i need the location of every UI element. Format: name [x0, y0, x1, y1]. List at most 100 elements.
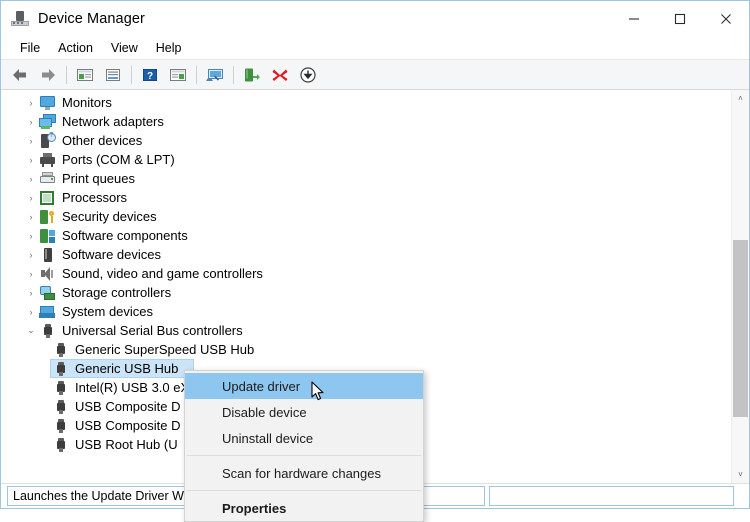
- chevron-down-icon[interactable]: ⌄: [23, 325, 39, 336]
- chevron-right-icon[interactable]: ›: [23, 155, 39, 165]
- scroll-down-button[interactable]: ˅: [732, 466, 749, 483]
- other-device-icon: [39, 133, 57, 149]
- tree-item-other-devices[interactable]: › Other devices: [1, 131, 732, 150]
- tree-item-storage-controllers[interactable]: › Storage controllers: [1, 283, 732, 302]
- tree-item-label: System devices: [62, 302, 153, 321]
- tree-item-print-queues[interactable]: › Print queues: [1, 169, 732, 188]
- scroll-up-button[interactable]: ˄: [732, 90, 749, 107]
- tree-item-label: Processors: [62, 188, 127, 207]
- context-menu: Update driver Disable device Uninstall d…: [184, 370, 424, 522]
- chevron-right-icon[interactable]: ›: [23, 174, 39, 184]
- tree-item-system-devices[interactable]: › System devices: [1, 302, 732, 321]
- svg-text:?: ?: [147, 71, 153, 82]
- tree-item-label: Software devices: [62, 245, 161, 264]
- properties-button[interactable]: [100, 63, 126, 87]
- tree-item-label: Monitors: [62, 93, 112, 112]
- tree-item-label: Security devices: [62, 207, 157, 226]
- tree-item-label: USB Root Hub (U: [75, 435, 178, 454]
- usb-device-icon: [52, 418, 70, 434]
- context-menu-item-scan-for-hardware-changes[interactable]: Scan for hardware changes: [185, 460, 423, 486]
- processor-icon: [39, 190, 57, 206]
- network-adapter-icon: [39, 114, 57, 130]
- back-button[interactable]: [7, 63, 33, 87]
- tree-item-label: Intel(R) USB 3.0 eX: [75, 378, 189, 397]
- tree-item-label: Other devices: [62, 131, 142, 150]
- scan-hardware-changes-button[interactable]: [295, 63, 321, 87]
- usb-device-icon: [52, 361, 70, 377]
- context-menu-item-disable-device[interactable]: Disable device: [185, 399, 423, 425]
- toolbar-separator-4: [233, 66, 234, 84]
- menu-file[interactable]: File: [11, 38, 49, 58]
- chevron-right-icon[interactable]: ›: [23, 307, 39, 317]
- software-device-icon: [39, 247, 57, 263]
- tree-item-label: USB Composite D: [75, 397, 180, 416]
- tree-item-network-adapters[interactable]: › Network adapters: [1, 112, 732, 131]
- window-controls: [611, 1, 749, 37]
- tree-item-label: Print queues: [62, 169, 135, 188]
- tree-item-sound-video-game-controllers[interactable]: › Sound, video and game controllers: [1, 264, 732, 283]
- toolbar: ?: [1, 60, 749, 90]
- monitor-icon: [39, 95, 57, 111]
- uninstall-device-button[interactable]: [267, 63, 293, 87]
- usb-device-icon: [52, 437, 70, 453]
- toolbar-separator-3: [196, 66, 197, 84]
- system-device-icon: [39, 304, 57, 320]
- chevron-right-icon[interactable]: ›: [23, 212, 39, 222]
- context-menu-item-update-driver[interactable]: Update driver: [185, 373, 423, 399]
- tree-item-label: Software components: [62, 226, 188, 245]
- tree-item-label: Universal Serial Bus controllers: [62, 321, 243, 340]
- toolbar-separator-2: [131, 66, 132, 84]
- tree-item-security-devices[interactable]: › Security devices: [1, 207, 732, 226]
- chevron-right-icon[interactable]: ›: [23, 193, 39, 203]
- tree-item-label: Sound, video and game controllers: [62, 264, 263, 283]
- tree-item-software-components[interactable]: › Software components: [1, 226, 732, 245]
- tree-item-label: Generic USB Hub: [75, 359, 178, 378]
- menu-action[interactable]: Action: [49, 38, 102, 58]
- tree-item-monitors[interactable]: › Monitors: [1, 93, 732, 112]
- minimize-button[interactable]: [611, 1, 657, 37]
- window-title: Device Manager: [38, 11, 145, 27]
- scan-computer-button[interactable]: [202, 63, 228, 87]
- chevron-right-icon[interactable]: ›: [23, 136, 39, 146]
- show-hide-console-tree-button[interactable]: [72, 63, 98, 87]
- port-icon: [39, 152, 57, 168]
- tree-item-label: USB Composite D: [75, 416, 180, 435]
- context-menu-item-uninstall-device[interactable]: Uninstall device: [185, 425, 423, 451]
- chevron-right-icon[interactable]: ›: [23, 231, 39, 241]
- update-driver-button[interactable]: [239, 63, 265, 87]
- tree-item-universal-serial-bus-controllers[interactable]: ⌄ Universal Serial Bus controllers: [1, 321, 732, 340]
- device-manager-icon: [11, 10, 29, 28]
- chevron-right-icon[interactable]: ›: [23, 250, 39, 260]
- help-button[interactable]: ?: [137, 63, 163, 87]
- usb-device-icon: [52, 380, 70, 396]
- close-button[interactable]: [703, 1, 749, 37]
- chevron-right-icon[interactable]: ›: [23, 117, 39, 127]
- context-menu-separator-1: [187, 455, 421, 456]
- toolbar-separator-1: [66, 66, 67, 84]
- vertical-scrollbar[interactable]: ˄ ˅: [731, 90, 749, 483]
- title-bar: Device Manager: [1, 1, 749, 37]
- software-component-icon: [39, 228, 57, 244]
- show-hide-action-pane-button[interactable]: [165, 63, 191, 87]
- chevron-right-icon[interactable]: ›: [23, 98, 39, 108]
- tree-item-label: Network adapters: [62, 112, 164, 131]
- menu-view[interactable]: View: [102, 38, 147, 58]
- scrollbar-thumb[interactable]: [733, 240, 748, 417]
- context-menu-separator-2: [187, 490, 421, 491]
- sound-controller-icon: [39, 266, 57, 282]
- forward-button[interactable]: [35, 63, 61, 87]
- menu-help[interactable]: Help: [147, 38, 191, 58]
- tree-item-software-devices[interactable]: › Software devices: [1, 245, 732, 264]
- status-secondary-pane: [489, 486, 734, 506]
- tree-item-ports[interactable]: › Ports (COM & LPT): [1, 150, 732, 169]
- tree-item-processors[interactable]: › Processors: [1, 188, 732, 207]
- menu-bar: File Action View Help: [1, 37, 749, 60]
- maximize-button[interactable]: [657, 1, 703, 37]
- context-menu-item-properties[interactable]: Properties: [185, 495, 423, 521]
- tree-item-generic-superspeed-usb-hub[interactable]: Generic SuperSpeed USB Hub: [1, 340, 732, 359]
- chevron-right-icon[interactable]: ›: [23, 288, 39, 298]
- security-device-icon: [39, 209, 57, 225]
- storage-controller-icon: [39, 285, 57, 301]
- chevron-right-icon[interactable]: ›: [23, 269, 39, 279]
- usb-controller-icon: [39, 323, 57, 339]
